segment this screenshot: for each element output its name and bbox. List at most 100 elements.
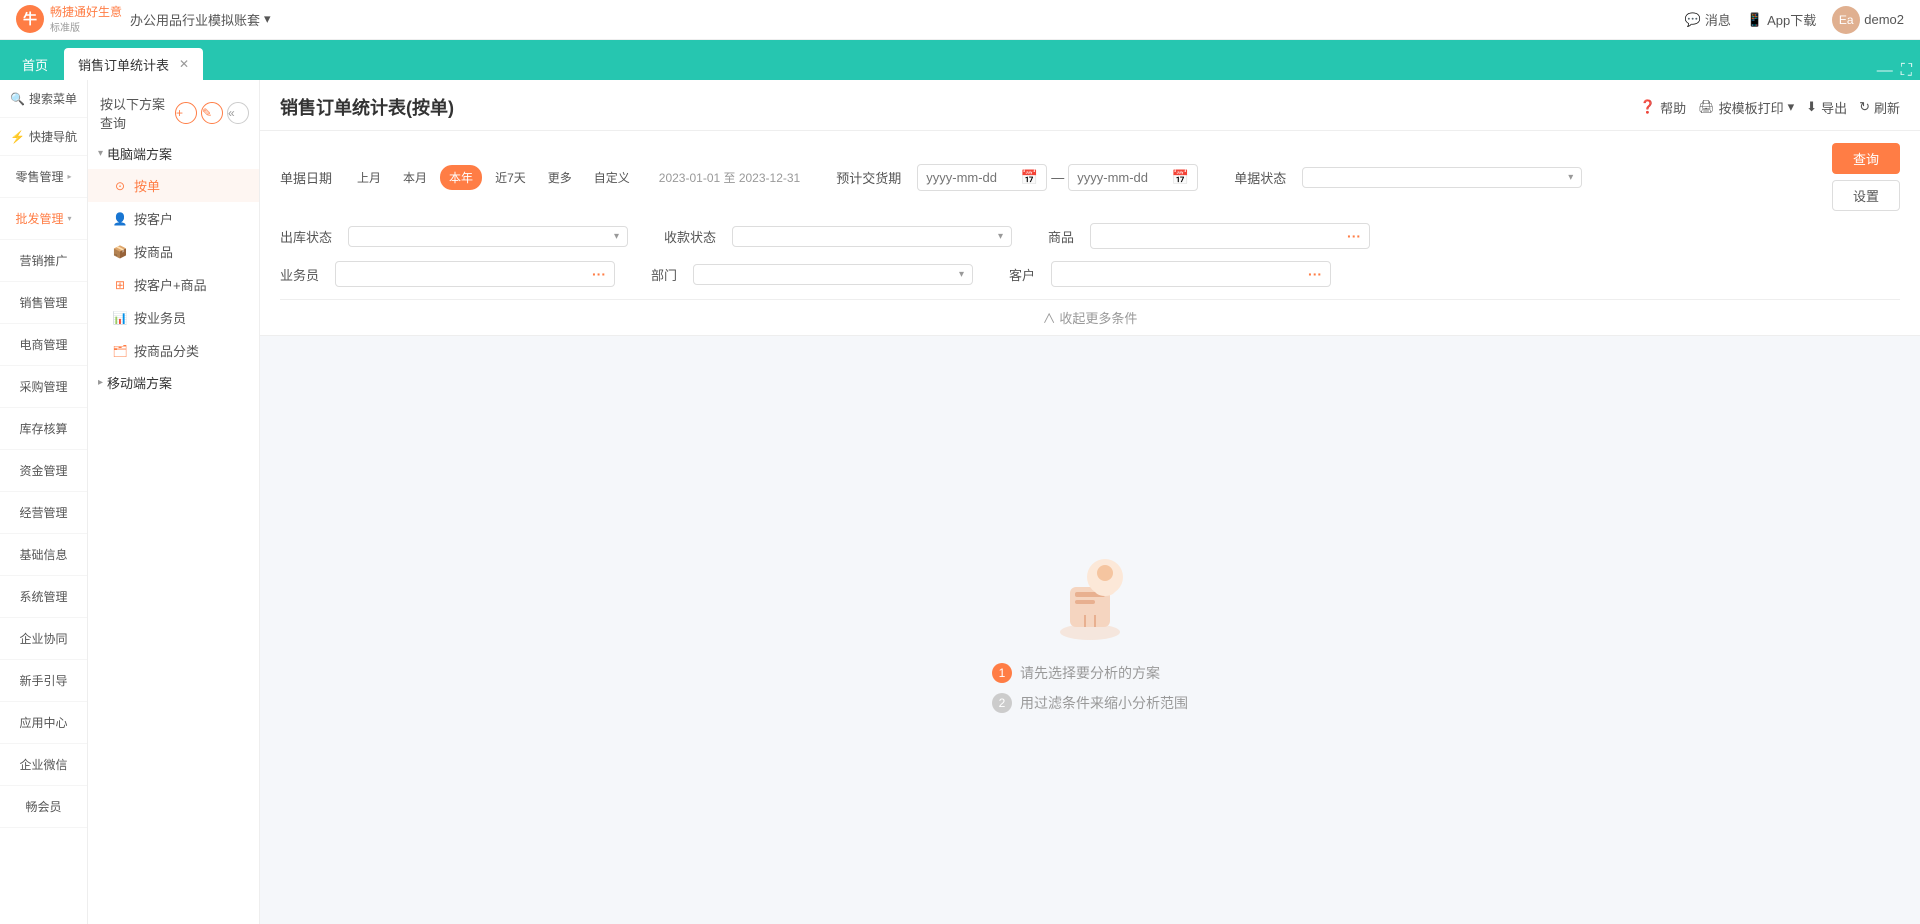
salesperson-field[interactable] — [344, 267, 588, 282]
sidebar-item-appstore[interactable]: 应用中心 — [0, 702, 87, 744]
expected-delivery-end-input[interactable] — [1077, 170, 1168, 185]
date-label: 单据日期 — [280, 168, 332, 187]
delivery-status-select[interactable]: ▾ — [348, 226, 628, 247]
date-btn-more[interactable]: 更多 — [539, 165, 581, 190]
customer-ellipsis-btn[interactable]: ··· — [1308, 266, 1322, 282]
sidebar-item-basic[interactable]: 基础信息 — [0, 534, 87, 576]
help-label: 帮助 — [1660, 98, 1686, 117]
sidebar-item-member[interactable]: 畅会员 — [0, 786, 87, 828]
date-btn-last-month[interactable]: 上月 — [348, 165, 390, 190]
help-icon: ❓ — [1640, 99, 1656, 115]
query-btn[interactable]: 查询 — [1832, 143, 1900, 174]
collapse-bar[interactable]: ∧ 收起更多条件 — [280, 299, 1900, 335]
sidebar-item-ecom[interactable]: 电商管理 — [0, 324, 87, 366]
scheme-item-by-goods[interactable]: 📦 按商品 — [88, 235, 259, 268]
search-menu-label: 搜索菜单 — [29, 90, 77, 107]
help-btn[interactable]: ❓ 帮助 — [1640, 98, 1686, 117]
sidebar-quick-nav[interactable]: ⚡ 快捷导航 — [0, 118, 87, 156]
payment-status-select[interactable]: ▾ — [732, 226, 1012, 247]
top-bar-right: 💬 消息 📱 App下载 Ea demo2 — [1685, 6, 1904, 34]
maximize-icon[interactable]: ⛶ — [1901, 62, 1912, 80]
date-btn-this-month[interactable]: 本月 — [394, 165, 436, 190]
scheme-add-btn[interactable]: + — [175, 102, 197, 124]
scheme-item-by-cust-goods-label: 按客户+商品 — [134, 275, 207, 294]
account-dropdown[interactable]: 办公用品行业模拟账套 ▾ — [130, 10, 271, 29]
scheme-panel: 按以下方案查询 + ✎ « ▾ 电脑端方案 — [88, 80, 260, 924]
goods-input[interactable]: ··· — [1090, 223, 1370, 249]
tip-num-2: 2 — [992, 693, 1012, 713]
sidebar-item-sales-mgmt-label: 销售管理 — [19, 294, 67, 311]
scheme-item-by-customer[interactable]: 👤 按客户 — [88, 202, 259, 235]
sidebar-item-marketing-label: 营销推广 — [19, 252, 67, 269]
payment-status-label: 收款状态 — [664, 227, 716, 246]
scheme-item-by-cat[interactable]: 🗂 按商品分类 — [88, 334, 259, 367]
empty-illustration — [1040, 547, 1140, 647]
expected-delivery-start[interactable]: 📅 — [917, 164, 1047, 191]
print-btn[interactable]: 🖨 按模板打印 ▾ — [1698, 98, 1794, 117]
user-menu[interactable]: Ea demo2 — [1832, 6, 1904, 34]
chevron-down-icon: ▾ — [264, 11, 271, 27]
sidebar-search-menu[interactable]: 🔍 搜索菜单 — [0, 80, 87, 118]
minimize-icon[interactable]: — — [1877, 62, 1893, 80]
customer-input[interactable]: ··· — [1051, 261, 1331, 287]
expected-delivery-start-input[interactable] — [926, 170, 1017, 185]
expected-delivery-inputs: 📅 — 📅 — [917, 164, 1198, 191]
export-btn[interactable]: ⬇ 导出 — [1806, 98, 1847, 117]
order-status-select[interactable]: ▾ — [1302, 167, 1582, 188]
scheme-item-by-cust-goods[interactable]: ⊞ 按客户+商品 — [88, 268, 259, 301]
empty-tip-1: 1 请先选择要分析的方案 — [992, 663, 1188, 683]
scheme-edit-btn[interactable]: ✎ — [201, 102, 223, 124]
chevron-down-icon: ▾ — [998, 231, 1003, 242]
date-btn-this-year[interactable]: 本年 — [440, 165, 482, 190]
chevron-right-icon: ▸ — [68, 172, 72, 181]
chevron-down-icon: ▾ — [959, 269, 964, 280]
sidebar-item-enterprise[interactable]: 企业协同 — [0, 618, 87, 660]
refresh-icon: ↻ — [1859, 99, 1870, 115]
sidebar-item-wholesale[interactable]: 批发管理 ▾ — [0, 198, 87, 240]
sidebar-item-finance[interactable]: 资金管理 — [0, 450, 87, 492]
sidebar-item-system[interactable]: 系统管理 — [0, 576, 87, 618]
scheme-group-pc-title[interactable]: ▾ 电脑端方案 — [88, 138, 259, 169]
setting-btn[interactable]: 设置 — [1832, 180, 1900, 211]
scheme-item-by-customer-label: 按客户 — [134, 209, 173, 228]
logo-text: 畅捷通好生意 — [50, 5, 122, 19]
sidebar-item-inventory[interactable]: 库存核算 — [0, 408, 87, 450]
cat-scheme-icon: 🗂 — [112, 343, 128, 359]
sidebar-item-newbie[interactable]: 新手引导 — [0, 660, 87, 702]
sidebar-item-marketing[interactable]: 营销推广 — [0, 240, 87, 282]
plus-icon: + — [176, 106, 196, 120]
sidebar-item-retail[interactable]: 零售管理 ▸ — [0, 156, 87, 198]
date-range-text: 2023-01-01 至 2023-12-31 — [659, 169, 800, 186]
message-label: 消息 — [1705, 10, 1731, 29]
goods-field[interactable] — [1099, 229, 1343, 244]
department-select[interactable]: ▾ — [693, 264, 973, 285]
tab-home[interactable]: 首页 — [8, 48, 62, 80]
refresh-btn[interactable]: ↻ 刷新 — [1859, 98, 1900, 117]
date-btn-custom[interactable]: 自定义 — [585, 165, 639, 190]
salesperson-ellipsis-btn[interactable]: ··· — [592, 266, 606, 282]
order-scheme-icon: ⊙ — [112, 178, 128, 194]
sidebar-item-purchase[interactable]: 采购管理 — [0, 366, 87, 408]
scheme-group-mobile-title[interactable]: ▸ 移动端方案 — [88, 367, 259, 398]
cust-goods-scheme-icon: ⊞ — [112, 277, 128, 293]
sidebar-item-purchase-label: 采购管理 — [19, 378, 67, 395]
salesperson-input[interactable]: ··· — [335, 261, 615, 287]
scheme-item-by-order-label: 按单 — [134, 176, 160, 195]
customer-field[interactable] — [1060, 267, 1304, 282]
date-btn-last-7[interactable]: 近7天 — [486, 165, 535, 190]
tab-sales-stat[interactable]: 销售订单统计表 ✕ — [64, 48, 203, 80]
scheme-collapse-btn[interactable]: « — [227, 102, 249, 124]
sidebar-item-operation[interactable]: 经营管理 — [0, 492, 87, 534]
sidebar-item-sales-mgmt[interactable]: 销售管理 — [0, 282, 87, 324]
sidebar-item-corp-wechat[interactable]: 企业微信 — [0, 744, 87, 786]
chevron-down-icon: ▾ — [614, 231, 619, 242]
scheme-item-by-order[interactable]: ⊙ 按单 — [88, 169, 259, 202]
goods-ellipsis-btn[interactable]: ··· — [1347, 228, 1361, 244]
scheme-item-by-goods-label: 按商品 — [134, 242, 173, 261]
message-btn[interactable]: 💬 消息 — [1685, 10, 1731, 29]
sidebar-item-inventory-label: 库存核算 — [19, 420, 67, 437]
expected-delivery-end[interactable]: 📅 — [1068, 164, 1198, 191]
scheme-item-by-sales[interactable]: 📊 按业务员 — [88, 301, 259, 334]
app-download-btn[interactable]: 📱 App下载 — [1747, 10, 1816, 29]
tab-close-icon[interactable]: ✕ — [179, 57, 189, 71]
